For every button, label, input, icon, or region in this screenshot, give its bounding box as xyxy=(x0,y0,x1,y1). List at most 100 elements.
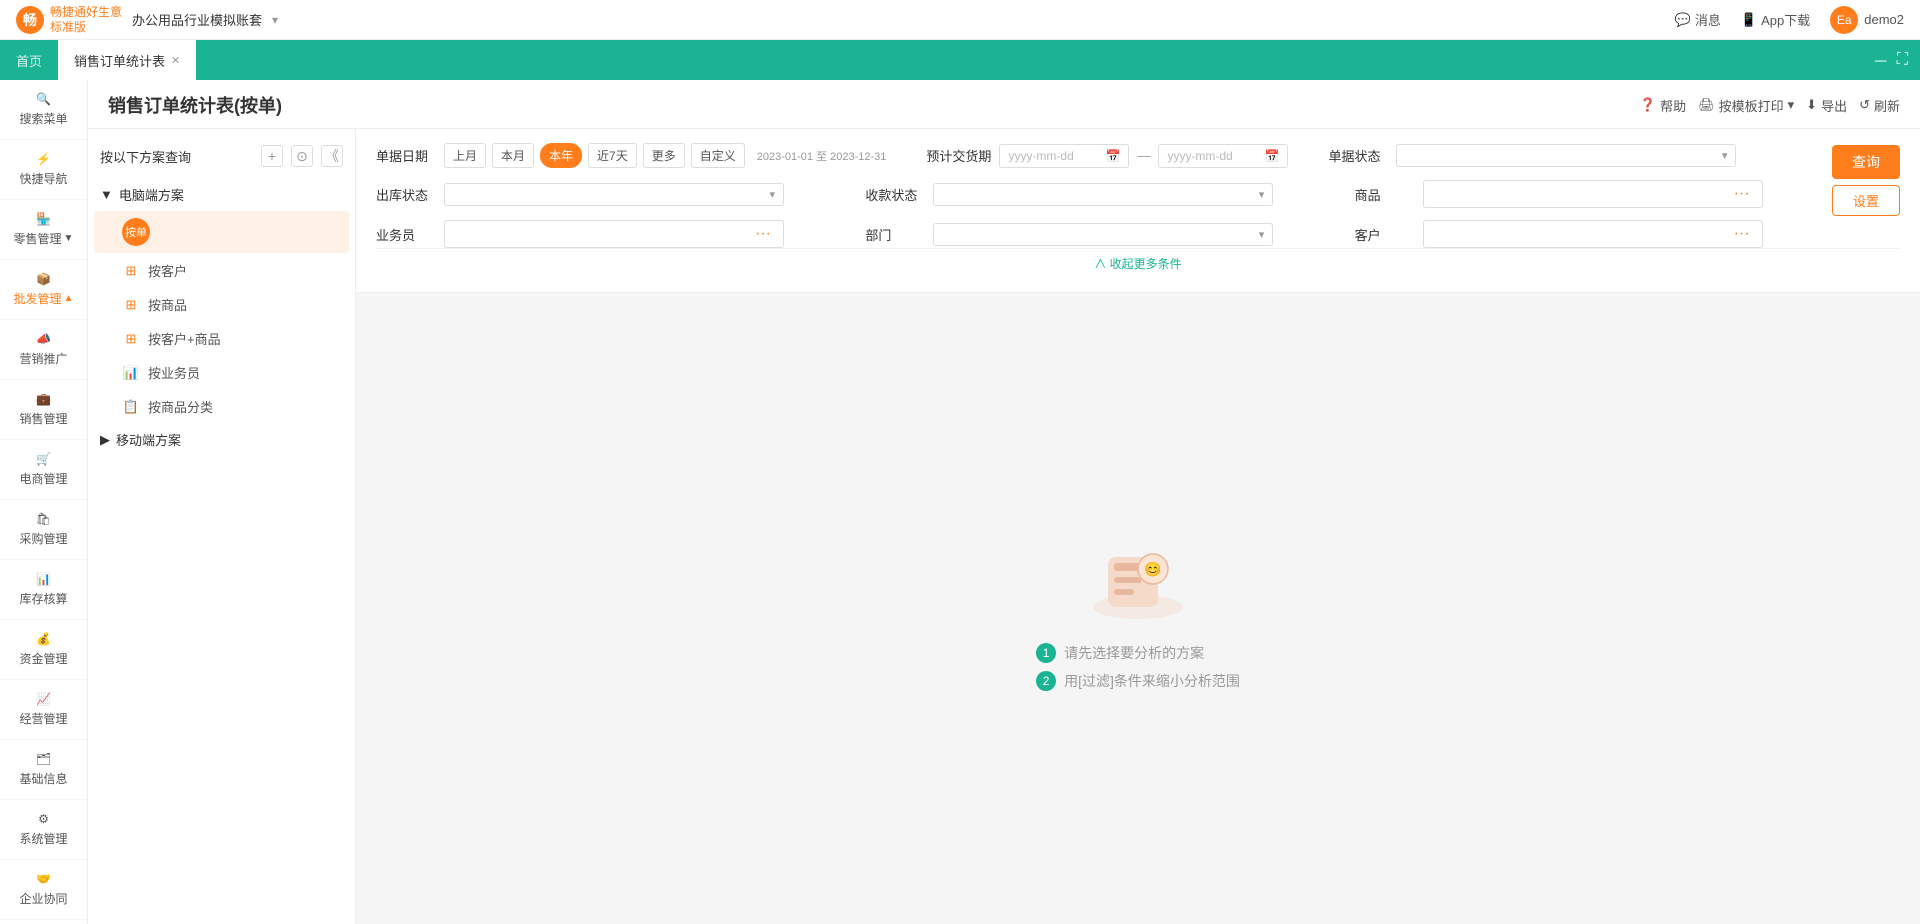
product-ellipsis[interactable]: ··· xyxy=(1730,185,1754,203)
finance-icon: 💰 xyxy=(36,632,51,646)
refresh-btn[interactable]: ↺ 刷新 xyxy=(1859,96,1900,115)
filter-order-status-item: 单据状态 ▾ xyxy=(1328,144,1812,167)
query-btn[interactable]: 查询 xyxy=(1832,145,1900,179)
tree-group-mobile[interactable]: ▶ 移动端方案 xyxy=(88,424,355,455)
user-menu[interactable]: Ea demo2 xyxy=(1830,6,1904,34)
sidebar-item-enterprise[interactable]: 🤝 企业协同 xyxy=(0,860,87,920)
tree-item-by-salesperson[interactable]: 📊 按业务员 xyxy=(94,356,349,389)
marketing-icon: 📣 xyxy=(36,332,51,346)
tree-item-by-order[interactable]: 按单 xyxy=(94,211,349,253)
tab-bar-right: － ⛶ xyxy=(1873,48,1920,72)
filter-payment-status-item: 收款状态 ▾ xyxy=(865,183,1322,206)
tree-section: ▼ 电脑端方案 按单 ⊞ 按客户 xyxy=(88,179,355,455)
by-product-category-icon: 📋 xyxy=(122,398,140,416)
print-icon: 🖨 xyxy=(1698,97,1715,113)
delivery-status-label: 出库状态 xyxy=(376,185,436,204)
sidebar-search[interactable]: 🔍 搜索菜单 xyxy=(0,80,87,140)
sidebar-item-newbie[interactable]: 🌟 新手引导 xyxy=(0,920,87,924)
delivery-to-input[interactable]: yyyy-mm-dd 📅 xyxy=(1158,144,1288,168)
right-content: 单据日期 上月 本月 本年 近7天 更多 自定义 xyxy=(356,129,1920,924)
filter-row-3: 业务员 ··· 部门 xyxy=(376,220,1812,248)
logo-text: 畅捷通好生意 标准版 xyxy=(50,5,122,34)
left-panel-actions: + ⊙ 《 xyxy=(261,145,343,167)
last-month-btn[interactable]: 上月 xyxy=(444,143,486,168)
left-panel: 按以下方案查询 + ⊙ 《 ▼ 电脑端方案 xyxy=(88,129,356,924)
empty-tip-1: 1 请先选择要分析的方案 xyxy=(1036,643,1240,663)
tree-item-by-customer-product[interactable]: ⊞ 按客户+商品 xyxy=(94,322,349,355)
sidebar-item-quick-nav[interactable]: ⚡ 快捷导航 xyxy=(0,140,87,200)
chevron-down-icon: ▼ xyxy=(100,187,113,202)
sidebar-item-purchase[interactable]: 🛍 采购管理 xyxy=(0,500,87,560)
app-download-btn[interactable]: 📱 App下载 xyxy=(1741,10,1810,29)
minimize-icon[interactable]: － xyxy=(1873,48,1889,72)
date-range-display: 2023-01-01 至 2023-12-31 xyxy=(757,148,887,164)
filter-main: 单据日期 上月 本月 本年 近7天 更多 自定义 xyxy=(376,143,1812,248)
payment-status-select[interactable]: ▾ xyxy=(933,183,1273,206)
tree-item-by-customer[interactable]: ⊞ 按客户 xyxy=(94,254,349,287)
collapse-icon: ∧ xyxy=(1094,257,1106,271)
filter-delivery-item: 预计交货期 yyyy-mm-dd 📅 — yyyy-mm-dd 📅 xyxy=(926,144,1288,168)
sidebar-item-wholesale[interactable]: 📦 批发管理 ▲ xyxy=(0,260,87,320)
sidebar-item-operations[interactable]: 📈 经营管理 xyxy=(0,680,87,740)
top-bar-right: 💬 消息 📱 App下载 Ea demo2 xyxy=(1675,6,1904,34)
department-select[interactable]: ▾ xyxy=(933,223,1273,246)
sales-icon: 💼 xyxy=(36,392,51,406)
customer-input[interactable]: ··· xyxy=(1423,220,1763,248)
this-month-btn[interactable]: 本月 xyxy=(492,143,534,168)
tree-item-by-product-category[interactable]: 📋 按商品分类 xyxy=(94,390,349,423)
sidebar-item-system[interactable]: ⚙ 系统管理 xyxy=(0,800,87,860)
more-btn[interactable]: 更多 xyxy=(643,143,685,168)
salesperson-input[interactable]: ··· xyxy=(444,220,784,248)
tab-sales-order-stat[interactable]: 销售订单统计表 ✕ xyxy=(58,40,196,80)
date-quick-buttons: 上月 本月 本年 近7天 更多 自定义 xyxy=(444,143,745,168)
content-area: 销售订单统计表(按单) ❓ 帮助 🖨 按模板打印 ▾ ⬇ 导出 xyxy=(88,80,1920,924)
delivery-from-input[interactable]: yyyy-mm-dd 📅 xyxy=(999,144,1129,168)
page-title: 销售订单统计表(按单) xyxy=(108,92,282,118)
add-scheme-btn[interactable]: + xyxy=(261,145,283,167)
collapse-panel-btn[interactable]: 《 xyxy=(321,145,343,167)
collapse-bar[interactable]: ∧ 收起更多条件 xyxy=(376,248,1900,278)
sidebar-item-ecommerce[interactable]: 🛒 电商管理 xyxy=(0,440,87,500)
last-7-days-btn[interactable]: 近7天 xyxy=(588,143,637,168)
filter-delivery-status-item: 出库状态 ▾ xyxy=(376,183,833,206)
calendar-to-icon: 📅 xyxy=(1264,149,1279,163)
basic-icon: 🗂 xyxy=(36,752,51,766)
tab-home[interactable]: 首页 xyxy=(0,40,58,80)
close-tab-icon[interactable]: ✕ xyxy=(171,54,180,67)
export-icon: ⬇ xyxy=(1806,97,1817,113)
product-input[interactable]: ··· xyxy=(1423,180,1763,208)
calendar-from-icon: 📅 xyxy=(1105,149,1120,163)
this-year-btn[interactable]: 本年 xyxy=(540,143,582,168)
svg-text:😊: 😊 xyxy=(1144,561,1161,577)
settings-btn[interactable]: 设置 xyxy=(1832,185,1900,216)
print-template-btn[interactable]: 🖨 按模板打印 ▾ xyxy=(1698,96,1794,115)
filter-customer-item: 客户 ··· xyxy=(1355,220,1812,248)
sidebar-item-retail[interactable]: 🏪 零售管理 ▼ xyxy=(0,200,87,260)
salesperson-ellipsis[interactable]: ··· xyxy=(751,225,775,243)
sidebar-item-inventory[interactable]: 📊 库存核算 xyxy=(0,560,87,620)
export-btn[interactable]: ⬇ 导出 xyxy=(1806,96,1847,115)
maximize-icon[interactable]: ⛶ xyxy=(1897,51,1908,69)
by-order-circle: 按单 xyxy=(122,218,150,246)
tree-group-pc[interactable]: ▼ 电脑端方案 xyxy=(88,179,355,210)
message-btn[interactable]: 💬 消息 xyxy=(1675,10,1721,29)
sidebar-item-sales[interactable]: 💼 销售管理 xyxy=(0,380,87,440)
custom-btn[interactable]: 自定义 xyxy=(691,143,745,168)
delivery-status-select[interactable]: ▾ xyxy=(444,183,784,206)
sidebar-item-finance[interactable]: 💰 资金管理 xyxy=(0,620,87,680)
order-status-select[interactable]: ▾ xyxy=(1396,144,1736,167)
sidebar-item-marketing[interactable]: 📣 营销推广 xyxy=(0,320,87,380)
help-btn[interactable]: ❓ 帮助 xyxy=(1640,96,1686,115)
filter-row-2: 出库状态 ▾ 收款状态 xyxy=(376,180,1812,208)
top-bar-title: 办公用品行业模拟账套 xyxy=(132,10,262,29)
settings-scheme-btn[interactable]: ⊙ xyxy=(291,145,313,167)
top-bar-dropdown[interactable]: ▾ xyxy=(272,13,278,27)
customer-ellipsis[interactable]: ··· xyxy=(1730,225,1754,243)
logo-area: 畅 畅捷通好生意 标准版 xyxy=(16,5,122,34)
top-bar: 畅 畅捷通好生意 标准版 办公用品行业模拟账套 ▾ 💬 消息 📱 App下载 E… xyxy=(0,0,1920,40)
department-arrow: ▾ xyxy=(1259,228,1265,241)
tree-item-by-product[interactable]: ⊞ 按商品 xyxy=(94,288,349,321)
enterprise-icon: 🤝 xyxy=(36,872,51,886)
sidebar-item-basic[interactable]: 🗂 基础信息 xyxy=(0,740,87,800)
filter-row-1: 单据日期 上月 本月 本年 近7天 更多 自定义 xyxy=(376,143,1812,168)
